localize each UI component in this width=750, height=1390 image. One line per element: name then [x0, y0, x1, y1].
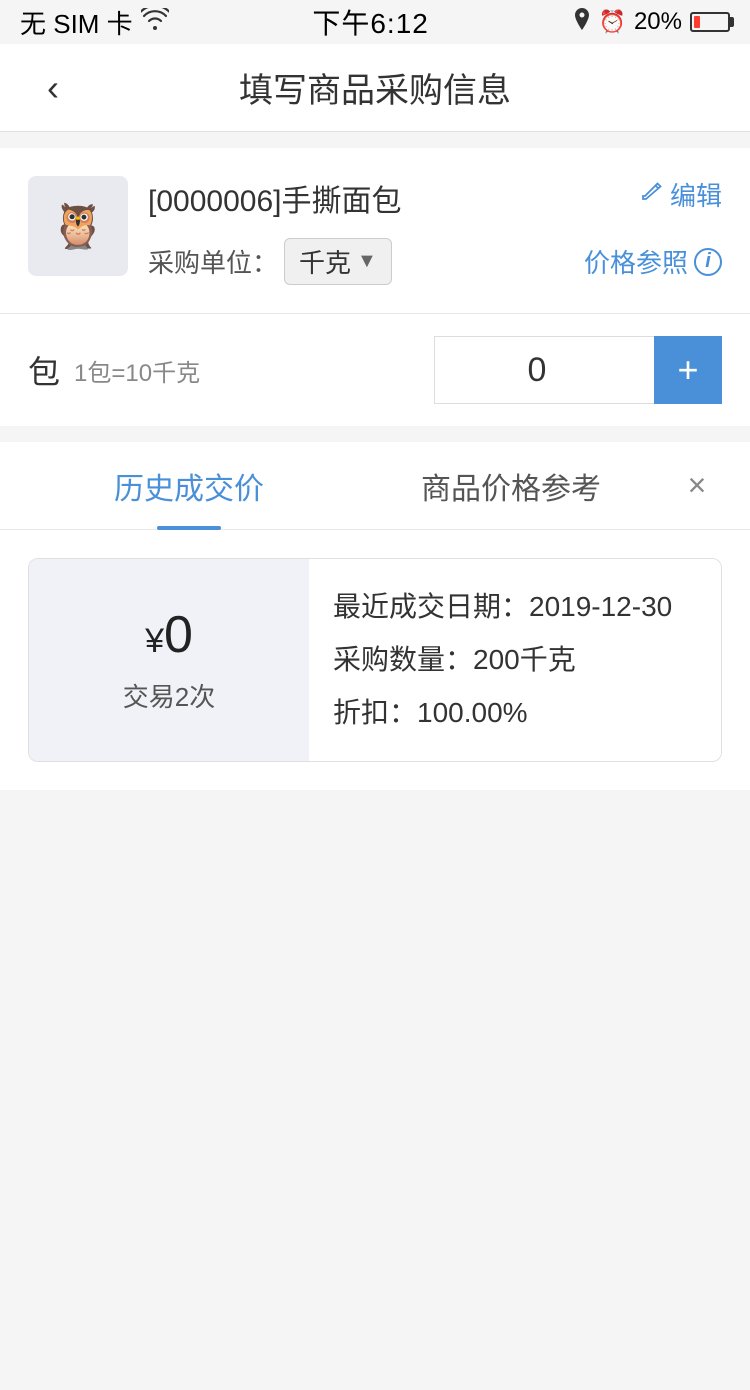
- tabs-header: 历史成交价 商品价格参考 ×: [0, 442, 750, 530]
- price-ref-info-icon: i: [694, 248, 722, 276]
- tab-close-button[interactable]: ×: [672, 461, 722, 511]
- purchase-qty: 采购数量：200千克: [333, 640, 697, 679]
- battery-percent: 20%: [634, 8, 682, 36]
- quantity-conversion-label: 1包=10千克: [74, 353, 200, 388]
- price-number: 0: [164, 606, 193, 664]
- discount: 折扣：100.00%: [333, 693, 697, 732]
- quantity-input-group: +: [434, 336, 722, 404]
- price-ref-label: 价格参照: [584, 243, 688, 280]
- tab-content: ¥0 交易2次 最近成交日期：2019-12-30 采购数量：200千克 折扣：…: [0, 530, 750, 790]
- alarm-icon: ⏰: [599, 9, 626, 35]
- tab-active-indicator: [157, 526, 221, 530]
- wifi-icon: [141, 8, 169, 36]
- tab-history-label: 历史成交价: [114, 464, 264, 508]
- plus-icon: +: [677, 349, 698, 391]
- battery-icon: [690, 12, 730, 32]
- product-image-icon: 🦉: [51, 200, 106, 252]
- price-summary: ¥0 交易2次: [29, 559, 309, 761]
- unit-value: 千克: [299, 243, 351, 280]
- back-button[interactable]: ‹: [28, 63, 78, 113]
- trade-count: 交易2次: [123, 677, 215, 714]
- product-card: 🦉 [0000006]手撕面包 编辑 采购单位： 千克 ▼: [0, 148, 750, 313]
- status-bar: 无 SIM 卡 下午6:12 ⏰ 20%: [0, 0, 750, 44]
- price-value: ¥0: [145, 605, 193, 665]
- status-right: ⏰ 20%: [573, 8, 730, 37]
- sim-label: 无 SIM 卡: [20, 4, 133, 41]
- history-price-card: ¥0 交易2次 最近成交日期：2019-12-30 采购数量：200千克 折扣：…: [28, 558, 722, 762]
- product-thumbnail: 🦉: [28, 176, 128, 276]
- page-title: 填写商品采购信息: [239, 63, 511, 112]
- product-title-row: [0000006]手撕面包 编辑: [148, 176, 722, 220]
- tab-product-price-label: 商品价格参考: [421, 464, 601, 508]
- tabs-panel: 历史成交价 商品价格参考 × ¥0 交易2次 最近成交日期：2019-12-30…: [0, 442, 750, 790]
- price-meta: 最近成交日期：2019-12-30 采购数量：200千克 折扣：100.00%: [309, 559, 721, 761]
- currency-symbol: ¥: [145, 622, 164, 660]
- status-left: 无 SIM 卡: [20, 4, 169, 41]
- location-icon: [573, 8, 591, 37]
- product-details: [0000006]手撕面包 编辑 采购单位： 千克 ▼: [148, 176, 722, 285]
- quantity-input[interactable]: [434, 336, 654, 404]
- tab-product-price-ref[interactable]: 商品价格参考: [350, 442, 672, 530]
- close-icon: ×: [688, 467, 707, 504]
- bottom-space: [0, 790, 750, 1390]
- quantity-unit-label: 包: [28, 347, 60, 393]
- status-time: 下午6:12: [312, 2, 429, 42]
- edit-icon: [642, 180, 664, 209]
- edit-label: 编辑: [670, 176, 722, 213]
- product-unit-row: 采购单位： 千克 ▼ 价格参照 i: [148, 238, 722, 285]
- unit-selector: 采购单位： 千克 ▼: [148, 238, 392, 285]
- recent-date: 最近成交日期：2019-12-30: [333, 587, 697, 626]
- product-name: [0000006]手撕面包: [148, 176, 401, 220]
- back-arrow-icon: ‹: [47, 70, 59, 106]
- unit-label: 采购单位：: [148, 243, 278, 280]
- quantity-plus-button[interactable]: +: [654, 336, 722, 404]
- tab-history-price[interactable]: 历史成交价: [28, 442, 350, 530]
- price-reference-button[interactable]: 价格参照 i: [584, 243, 722, 280]
- nav-bar: ‹ 填写商品采购信息: [0, 44, 750, 132]
- quantity-row: 包 1包=10千克 +: [0, 313, 750, 426]
- unit-dropdown[interactable]: 千克 ▼: [284, 238, 392, 285]
- edit-button[interactable]: 编辑: [642, 176, 722, 213]
- quantity-label-group: 包 1包=10千克: [28, 347, 200, 393]
- dropdown-arrow-icon: ▼: [357, 250, 377, 273]
